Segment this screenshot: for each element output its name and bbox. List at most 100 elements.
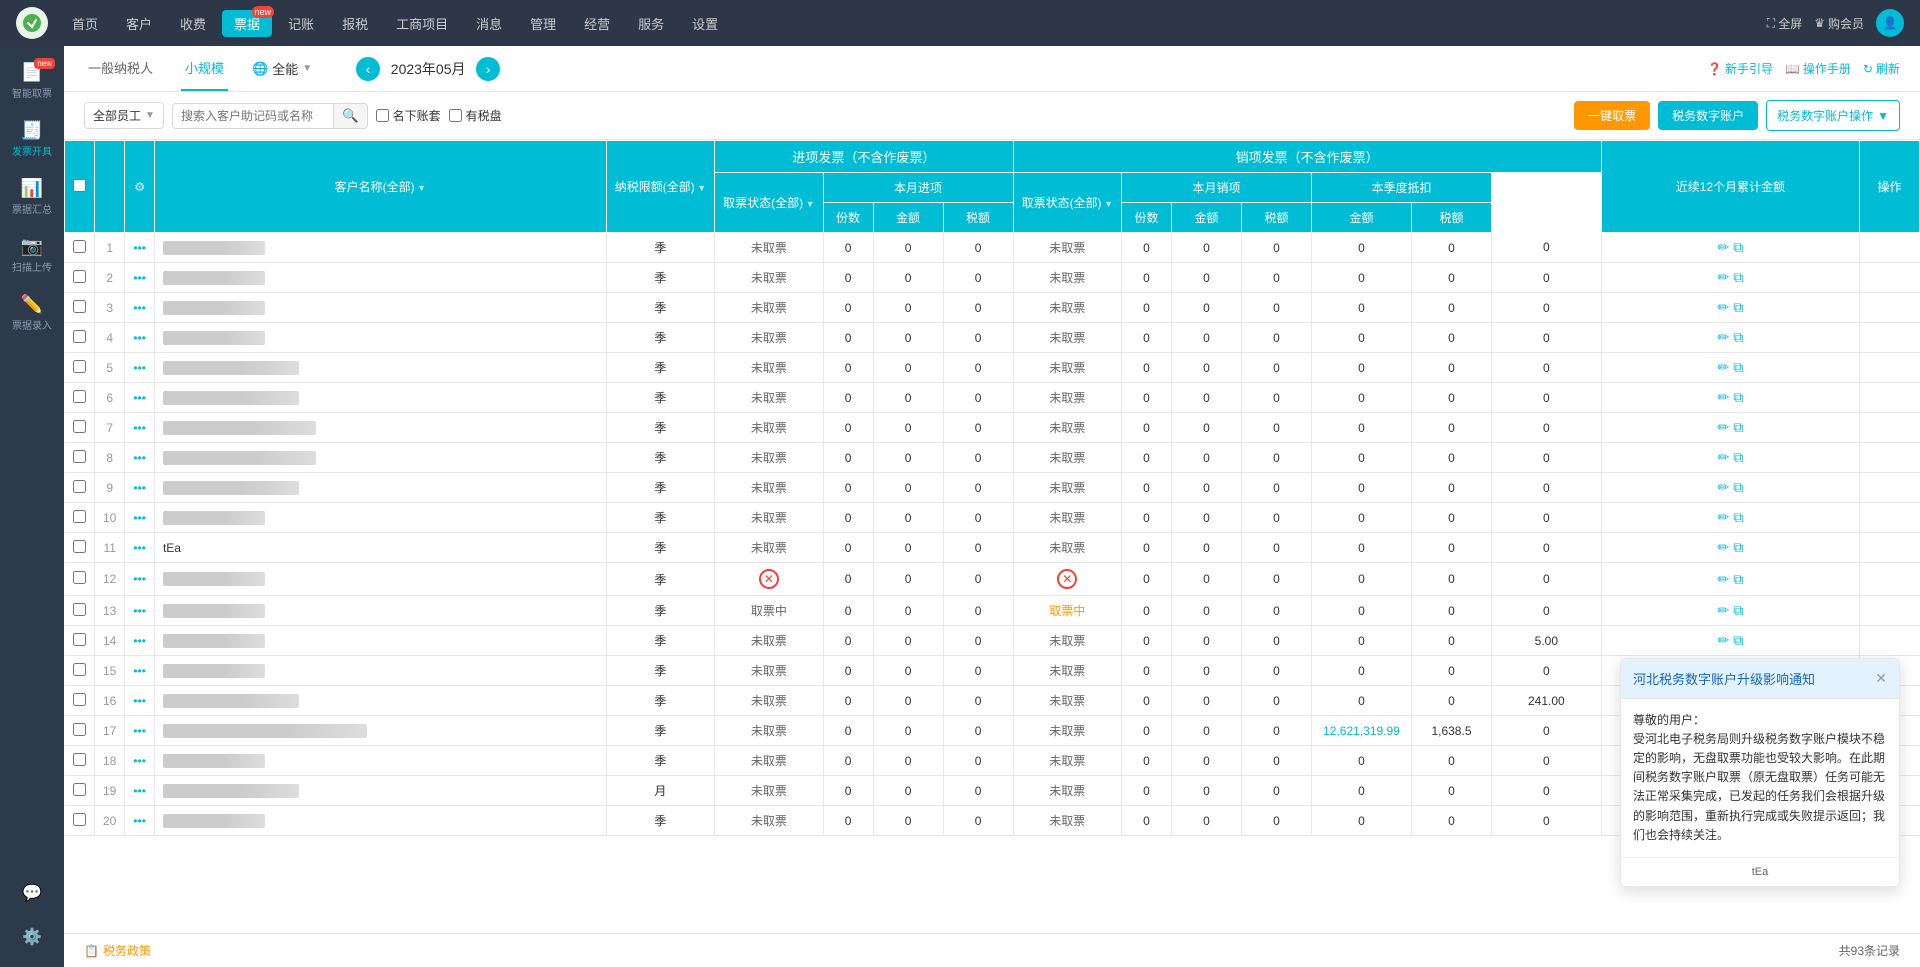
- header-client-name[interactable]: 客户名称(全部): [154, 141, 606, 233]
- nav-item-client[interactable]: 客户: [114, 10, 164, 37]
- user-avatar[interactable]: 👤: [1876, 9, 1904, 37]
- row-quick-btn[interactable]: •••: [133, 271, 146, 285]
- row-checkbox[interactable]: [73, 420, 86, 433]
- row-quick-btn[interactable]: •••: [133, 451, 146, 465]
- row-checkbox[interactable]: [73, 783, 86, 796]
- row-checkbox[interactable]: [73, 813, 86, 826]
- nav-item-billing[interactable]: 收费: [168, 10, 218, 37]
- row-checkbox[interactable]: [73, 330, 86, 343]
- row-edit-button[interactable]: ✏: [1718, 299, 1730, 316]
- row-checkbox[interactable]: [73, 360, 86, 373]
- tab-all-capable[interactable]: 🌐 全能 ▼: [252, 59, 312, 78]
- row-copy-button[interactable]: ⧉: [1733, 239, 1743, 256]
- row-checkbox[interactable]: [73, 633, 86, 646]
- row-checkbox[interactable]: [73, 663, 86, 676]
- row-quick-btn[interactable]: •••: [133, 604, 146, 618]
- header-quota[interactable]: 纳税限额(全部): [606, 141, 714, 233]
- row-quick-btn[interactable]: •••: [133, 511, 146, 525]
- row-copy-button[interactable]: ⧉: [1733, 539, 1743, 556]
- search-button[interactable]: 🔍: [333, 104, 367, 128]
- employee-select[interactable]: 全部员工 ▼: [84, 102, 164, 129]
- tab-general-taxpayer[interactable]: 一般纳税人: [84, 46, 157, 91]
- row-edit-button[interactable]: ✏: [1718, 329, 1730, 346]
- manual-link[interactable]: 📖 操作手册: [1785, 60, 1851, 77]
- row-quick-btn[interactable]: •••: [133, 391, 146, 405]
- sidebar-item-invoice-summary[interactable]: 📊 票据汇总: [3, 170, 61, 224]
- header-incoming-status[interactable]: 取票状态(全部): [715, 173, 823, 233]
- digital-account-button[interactable]: 税务数字账户: [1658, 101, 1758, 130]
- nav-item-home[interactable]: 首页: [60, 10, 110, 37]
- refresh-link[interactable]: ↻ 刷新: [1863, 60, 1900, 77]
- row-checkbox[interactable]: [73, 300, 86, 313]
- checkbox-label-taxdisk[interactable]: 有税盘: [449, 107, 502, 124]
- row-edit-button[interactable]: ✏: [1718, 239, 1730, 256]
- row-edit-button[interactable]: ✏: [1718, 632, 1730, 649]
- search-input[interactable]: [173, 105, 333, 127]
- row-edit-button[interactable]: ✏: [1718, 509, 1730, 526]
- nav-item-accounting[interactable]: 记账: [276, 10, 326, 37]
- nav-item-settings[interactable]: 设置: [680, 10, 730, 37]
- select-all-checkbox[interactable]: [73, 179, 86, 192]
- row-copy-button[interactable]: ⧉: [1733, 509, 1743, 526]
- row-copy-button[interactable]: ⧉: [1733, 449, 1743, 466]
- sidebar-item-chat[interactable]: 💬: [3, 875, 61, 911]
- new-guide-link[interactable]: ❓ 新手引导: [1707, 60, 1773, 77]
- nav-item-business[interactable]: 工商项目: [384, 10, 460, 37]
- row-quick-btn[interactable]: •••: [133, 421, 146, 435]
- tax-policy-link[interactable]: 📋 税务政策: [84, 942, 151, 959]
- row-checkbox[interactable]: [73, 571, 86, 584]
- one-click-fetch-button[interactable]: 一键取票: [1574, 101, 1650, 130]
- row-edit-button[interactable]: ✏: [1718, 389, 1730, 406]
- sidebar-item-scan-upload[interactable]: 📷 扫描上传: [3, 228, 61, 282]
- row-quick-btn[interactable]: •••: [133, 361, 146, 375]
- checkbox-label-subordinate[interactable]: 名下账套: [376, 107, 441, 124]
- nav-item-message[interactable]: 消息: [464, 10, 514, 37]
- row-edit-button[interactable]: ✏: [1718, 359, 1730, 376]
- row-quick-btn[interactable]: •••: [133, 481, 146, 495]
- row-checkbox[interactable]: [73, 603, 86, 616]
- fullscreen-button[interactable]: ⛶ 全屏: [1767, 15, 1802, 32]
- row-copy-button[interactable]: ⧉: [1733, 632, 1743, 649]
- row-quick-btn[interactable]: •••: [133, 724, 146, 738]
- nav-item-tax[interactable]: 报税: [330, 10, 380, 37]
- row-copy-button[interactable]: ⧉: [1733, 359, 1743, 376]
- row-quick-btn[interactable]: •••: [133, 541, 146, 555]
- row-copy-button[interactable]: ⧉: [1733, 329, 1743, 346]
- row-edit-button[interactable]: ✏: [1718, 479, 1730, 496]
- row-edit-button[interactable]: ✏: [1718, 539, 1730, 556]
- nav-item-manage[interactable]: 管理: [518, 10, 568, 37]
- row-quick-btn[interactable]: •••: [133, 754, 146, 768]
- row-checkbox[interactable]: [73, 693, 86, 706]
- checkbox-taxdisk[interactable]: [449, 109, 462, 122]
- sidebar-item-invoice-open[interactable]: 🧾 发票开具: [3, 112, 61, 166]
- prev-period-button[interactable]: ‹: [356, 57, 380, 81]
- row-quick-btn[interactable]: •••: [133, 814, 146, 828]
- sidebar-item-invoice-entry[interactable]: ✏️ 票据录入: [3, 286, 61, 340]
- nav-item-service[interactable]: 服务: [626, 10, 676, 37]
- row-checkbox[interactable]: [73, 390, 86, 403]
- row-checkbox[interactable]: [73, 540, 86, 553]
- row-quick-btn[interactable]: •••: [133, 664, 146, 678]
- row-checkbox[interactable]: [73, 480, 86, 493]
- row-edit-button[interactable]: ✏: [1718, 571, 1730, 588]
- row-checkbox[interactable]: [73, 240, 86, 253]
- row-quick-btn[interactable]: •••: [133, 572, 146, 586]
- row-copy-button[interactable]: ⧉: [1733, 419, 1743, 436]
- row-quick-btn[interactable]: •••: [133, 634, 146, 648]
- row-copy-button[interactable]: ⧉: [1733, 389, 1743, 406]
- header-outgoing-status[interactable]: 取票状态(全部): [1013, 173, 1121, 233]
- row-quick-btn[interactable]: •••: [133, 784, 146, 798]
- row-edit-button[interactable]: ✏: [1718, 602, 1730, 619]
- row-checkbox[interactable]: [73, 510, 86, 523]
- checkbox-subordinate[interactable]: [376, 109, 389, 122]
- member-button[interactable]: ♛ 购会员: [1814, 15, 1864, 32]
- row-copy-button[interactable]: ⧉: [1733, 602, 1743, 619]
- row-checkbox[interactable]: [73, 723, 86, 736]
- sidebar-item-smart-fetch[interactable]: 📄 智能取票 new: [3, 54, 61, 108]
- nav-item-invoice[interactable]: 票据 new: [222, 10, 272, 37]
- nav-item-operation[interactable]: 经营: [572, 10, 622, 37]
- sidebar-item-config[interactable]: ⚙️: [3, 919, 61, 955]
- row-checkbox[interactable]: [73, 753, 86, 766]
- tab-small-scale[interactable]: 小规模: [181, 46, 228, 91]
- row-quick-btn[interactable]: •••: [133, 694, 146, 708]
